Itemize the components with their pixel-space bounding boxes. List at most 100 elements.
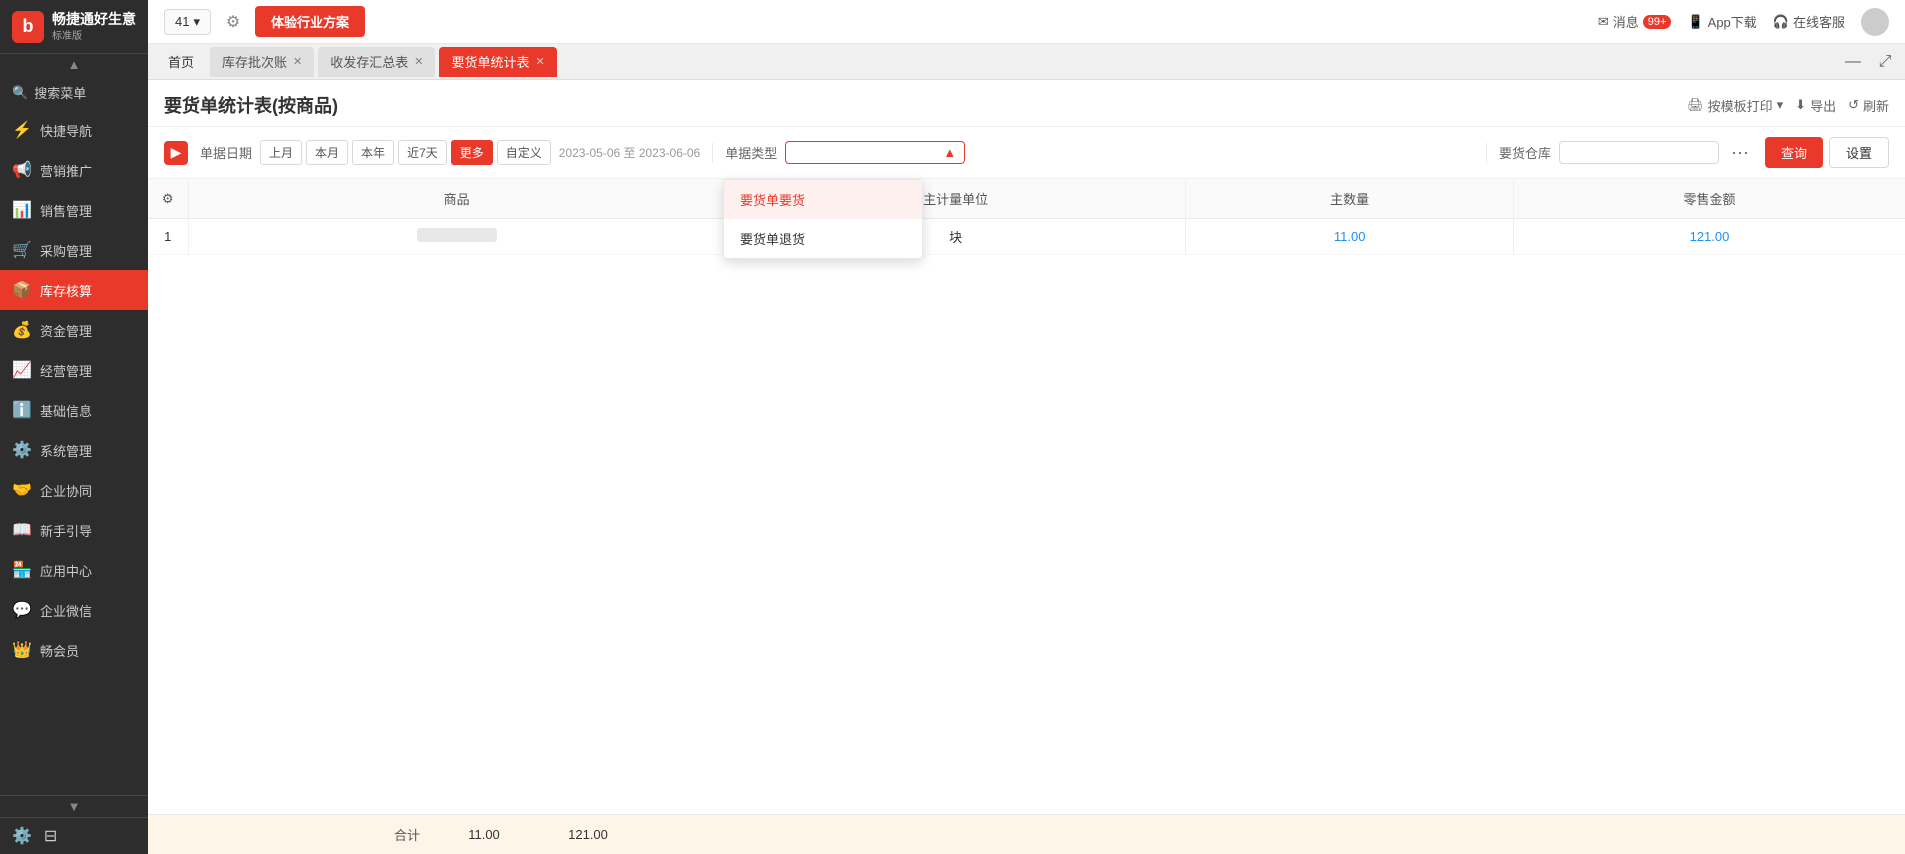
sidebar-item-app-center[interactable]: 🏪 应用中心 xyxy=(0,550,148,590)
settings-icon[interactable]: ⚙️ xyxy=(12,826,32,846)
sidebar-item-sales[interactable]: 📊 销售管理 xyxy=(0,190,148,230)
page-content: 要货单统计表(按商品) 🖨 按模板打印 ▾ ⬇ 导出 ↺ 刷新 ▶ xyxy=(148,80,1905,854)
app-download-item[interactable]: 📱 App下载 xyxy=(1687,12,1756,31)
footer-quantity: 11.00 xyxy=(444,827,524,842)
sidebar-scroll-up[interactable]: ▲ xyxy=(0,54,148,75)
sidebar-scroll-down[interactable]: ▼ xyxy=(0,795,148,817)
topbar-gear-icon[interactable]: ⚙ xyxy=(219,8,247,36)
data-table: ⚙ 商品 主计量单位 主数量 零售金额 1 块 xyxy=(148,179,1905,255)
tab-home[interactable]: 首页 xyxy=(156,47,206,77)
filter-actions: 查询 设置 xyxy=(1765,137,1889,168)
warehouse-filter-section: 要货仓库 ··· xyxy=(1499,141,1753,164)
date-btn-more[interactable]: 更多 xyxy=(451,140,493,165)
sidebar-item-wechat[interactable]: 💬 企业微信 xyxy=(0,590,148,630)
export-button[interactable]: ⬇ 导出 xyxy=(1795,96,1836,115)
date-buttons: 上月 本月 本年 近7天 更多 自定义 xyxy=(260,140,551,165)
col-product: 商品 xyxy=(188,179,725,219)
filter-more-options[interactable]: ··· xyxy=(1727,142,1753,163)
warehouse-filter-input[interactable] xyxy=(1559,141,1719,164)
date-btn-this-year[interactable]: 本年 xyxy=(352,140,394,165)
settings-button[interactable]: 设置 xyxy=(1829,137,1889,168)
table-body: 1 块 11.00 121.00 xyxy=(148,219,1905,255)
refresh-button[interactable]: ↺ 刷新 xyxy=(1848,96,1889,115)
tab-close-order-statistics[interactable]: ✕ xyxy=(536,55,545,68)
collapse-icon[interactable]: ⊟ xyxy=(44,826,57,846)
message-badge: 99+ xyxy=(1643,15,1672,29)
quantity-link[interactable]: 11.00 xyxy=(1334,229,1366,244)
main-area: 41 ▾ ⚙ 体验行业方案 ✉ 消息 99+ 📱 App下载 🎧 在线客服 xyxy=(148,0,1905,854)
product-placeholder xyxy=(417,228,497,242)
date-filter-section: 单据日期 上月 本月 本年 近7天 更多 自定义 2023-05-06 至 20… xyxy=(200,140,700,165)
headset-icon: 🎧 xyxy=(1773,14,1789,30)
online-service-item[interactable]: 🎧 在线客服 xyxy=(1773,12,1845,31)
sidebar-item-operations[interactable]: 📈 经营管理 xyxy=(0,350,148,390)
tab-inventory-batch[interactable]: 库存批次账 ✕ xyxy=(210,47,314,77)
sidebar-item-inventory[interactable]: 📦 库存核算 xyxy=(0,270,148,310)
sidebar-item-marketing[interactable]: 📢 营销推广 xyxy=(0,150,148,190)
tab-receive-send-summary[interactable]: 收发存汇总表 ✕ xyxy=(318,47,435,77)
print-button[interactable]: 🖨 按模板打印 ▾ xyxy=(1687,96,1783,115)
message-item[interactable]: ✉ 消息 99+ xyxy=(1598,12,1672,31)
amount-link[interactable]: 121.00 xyxy=(1690,229,1730,244)
basic-info-icon: ℹ️ xyxy=(12,400,32,420)
tab-close-inventory-batch[interactable]: ✕ xyxy=(293,55,302,68)
table-footer: 合计 11.00 121.00 xyxy=(148,814,1905,854)
type-filter-chevron-up[interactable]: ▲ xyxy=(943,145,956,160)
tab-close-receive-send[interactable]: ✕ xyxy=(414,55,423,68)
guide-icon: 📖 xyxy=(12,520,32,540)
topbar-left: 41 ▾ ⚙ 体验行业方案 xyxy=(164,6,1582,37)
sidebar-item-guide[interactable]: 📖 新手引导 xyxy=(0,510,148,550)
dropdown-item-order-return[interactable]: 要货单退货 xyxy=(724,219,922,258)
sidebar-item-member[interactable]: 👑 畅会员 xyxy=(0,630,148,670)
enterprise-icon: 🤝 xyxy=(12,480,32,500)
refresh-icon: ↺ xyxy=(1848,97,1859,113)
topbar-right: ✉ 消息 99+ 📱 App下载 🎧 在线客服 xyxy=(1598,8,1889,36)
marketing-icon: 📢 xyxy=(12,160,32,180)
sidebar-search[interactable]: 🔍 搜索菜单 xyxy=(0,75,148,110)
type-filter-section: 单据类型 ▲ xyxy=(725,141,1474,164)
topbar-dropdown[interactable]: 41 ▾ xyxy=(164,9,211,35)
date-btn-custom[interactable]: 自定义 xyxy=(497,140,551,165)
table-row: 1 块 11.00 121.00 xyxy=(148,219,1905,255)
logo: b 畅捷通好生意 标准版 xyxy=(0,0,148,54)
sidebar-item-quick-nav[interactable]: ⚡ 快捷导航 xyxy=(0,110,148,150)
dropdown-item-order-request[interactable]: 要货单要货 xyxy=(724,180,922,219)
col-settings[interactable]: ⚙ xyxy=(148,179,188,219)
export-icon: ⬇ xyxy=(1795,97,1806,113)
date-btn-last-month[interactable]: 上月 xyxy=(260,140,302,165)
date-btn-this-month[interactable]: 本月 xyxy=(306,140,348,165)
sidebar-item-purchase[interactable]: 🛒 采购管理 xyxy=(0,230,148,270)
trial-button[interactable]: 体验行业方案 xyxy=(255,6,365,37)
system-icon: ⚙️ xyxy=(12,440,32,460)
type-filter-input[interactable]: ▲ xyxy=(785,141,965,164)
avatar[interactable] xyxy=(1861,8,1889,36)
date-range: 2023-05-06 至 2023-06-06 xyxy=(559,144,700,161)
query-button[interactable]: 查询 xyxy=(1765,137,1823,168)
wechat-icon: 💬 xyxy=(12,600,32,620)
tab-order-statistics[interactable]: 要货单统计表 ✕ xyxy=(439,47,556,77)
tab-expand-button[interactable]: ⤢ xyxy=(1873,50,1897,74)
page-header: 要货单统计表(按商品) 🖨 按模板打印 ▾ ⬇ 导出 ↺ 刷新 xyxy=(148,80,1905,127)
member-icon: 👑 xyxy=(12,640,32,660)
sidebar-item-enterprise[interactable]: 🤝 企业协同 xyxy=(0,470,148,510)
tabs-right: — ⤢ xyxy=(1841,50,1897,74)
sales-icon: 📊 xyxy=(12,200,32,220)
warehouse-filter-text[interactable] xyxy=(1568,145,1710,160)
table-settings-icon[interactable]: ⚙ xyxy=(162,191,174,206)
tab-minimize-button[interactable]: — xyxy=(1841,50,1865,74)
tabs-bar: 首页 库存批次账 ✕ 收发存汇总表 ✕ 要货单统计表 ✕ — ⤢ xyxy=(148,44,1905,80)
purchase-icon: 🛒 xyxy=(12,240,32,260)
sidebar-item-basic-info[interactable]: ℹ️ 基础信息 xyxy=(0,390,148,430)
sidebar: b 畅捷通好生意 标准版 ▲ 🔍 搜索菜单 ⚡ 快捷导航 📢 营销推广 📊 销售… xyxy=(0,0,148,854)
app-center-icon: 🏪 xyxy=(12,560,32,580)
col-amount: 零售金额 xyxy=(1513,179,1905,219)
topbar: 41 ▾ ⚙ 体验行业方案 ✉ 消息 99+ 📱 App下载 🎧 在线客服 xyxy=(148,0,1905,44)
cell-amount: 121.00 xyxy=(1513,219,1905,255)
sidebar-item-system[interactable]: ⚙️ 系统管理 xyxy=(0,430,148,470)
date-btn-7days[interactable]: 近7天 xyxy=(398,140,447,165)
sidebar-item-finance[interactable]: 💰 资金管理 xyxy=(0,310,148,350)
filter-bar: ▶ 单据日期 上月 本月 本年 近7天 更多 自定义 2023-05-06 至 … xyxy=(148,127,1905,179)
operations-icon: 📈 xyxy=(12,360,32,380)
filter-expand-button[interactable]: ▶ xyxy=(164,141,188,165)
type-filter-text[interactable] xyxy=(794,145,939,160)
